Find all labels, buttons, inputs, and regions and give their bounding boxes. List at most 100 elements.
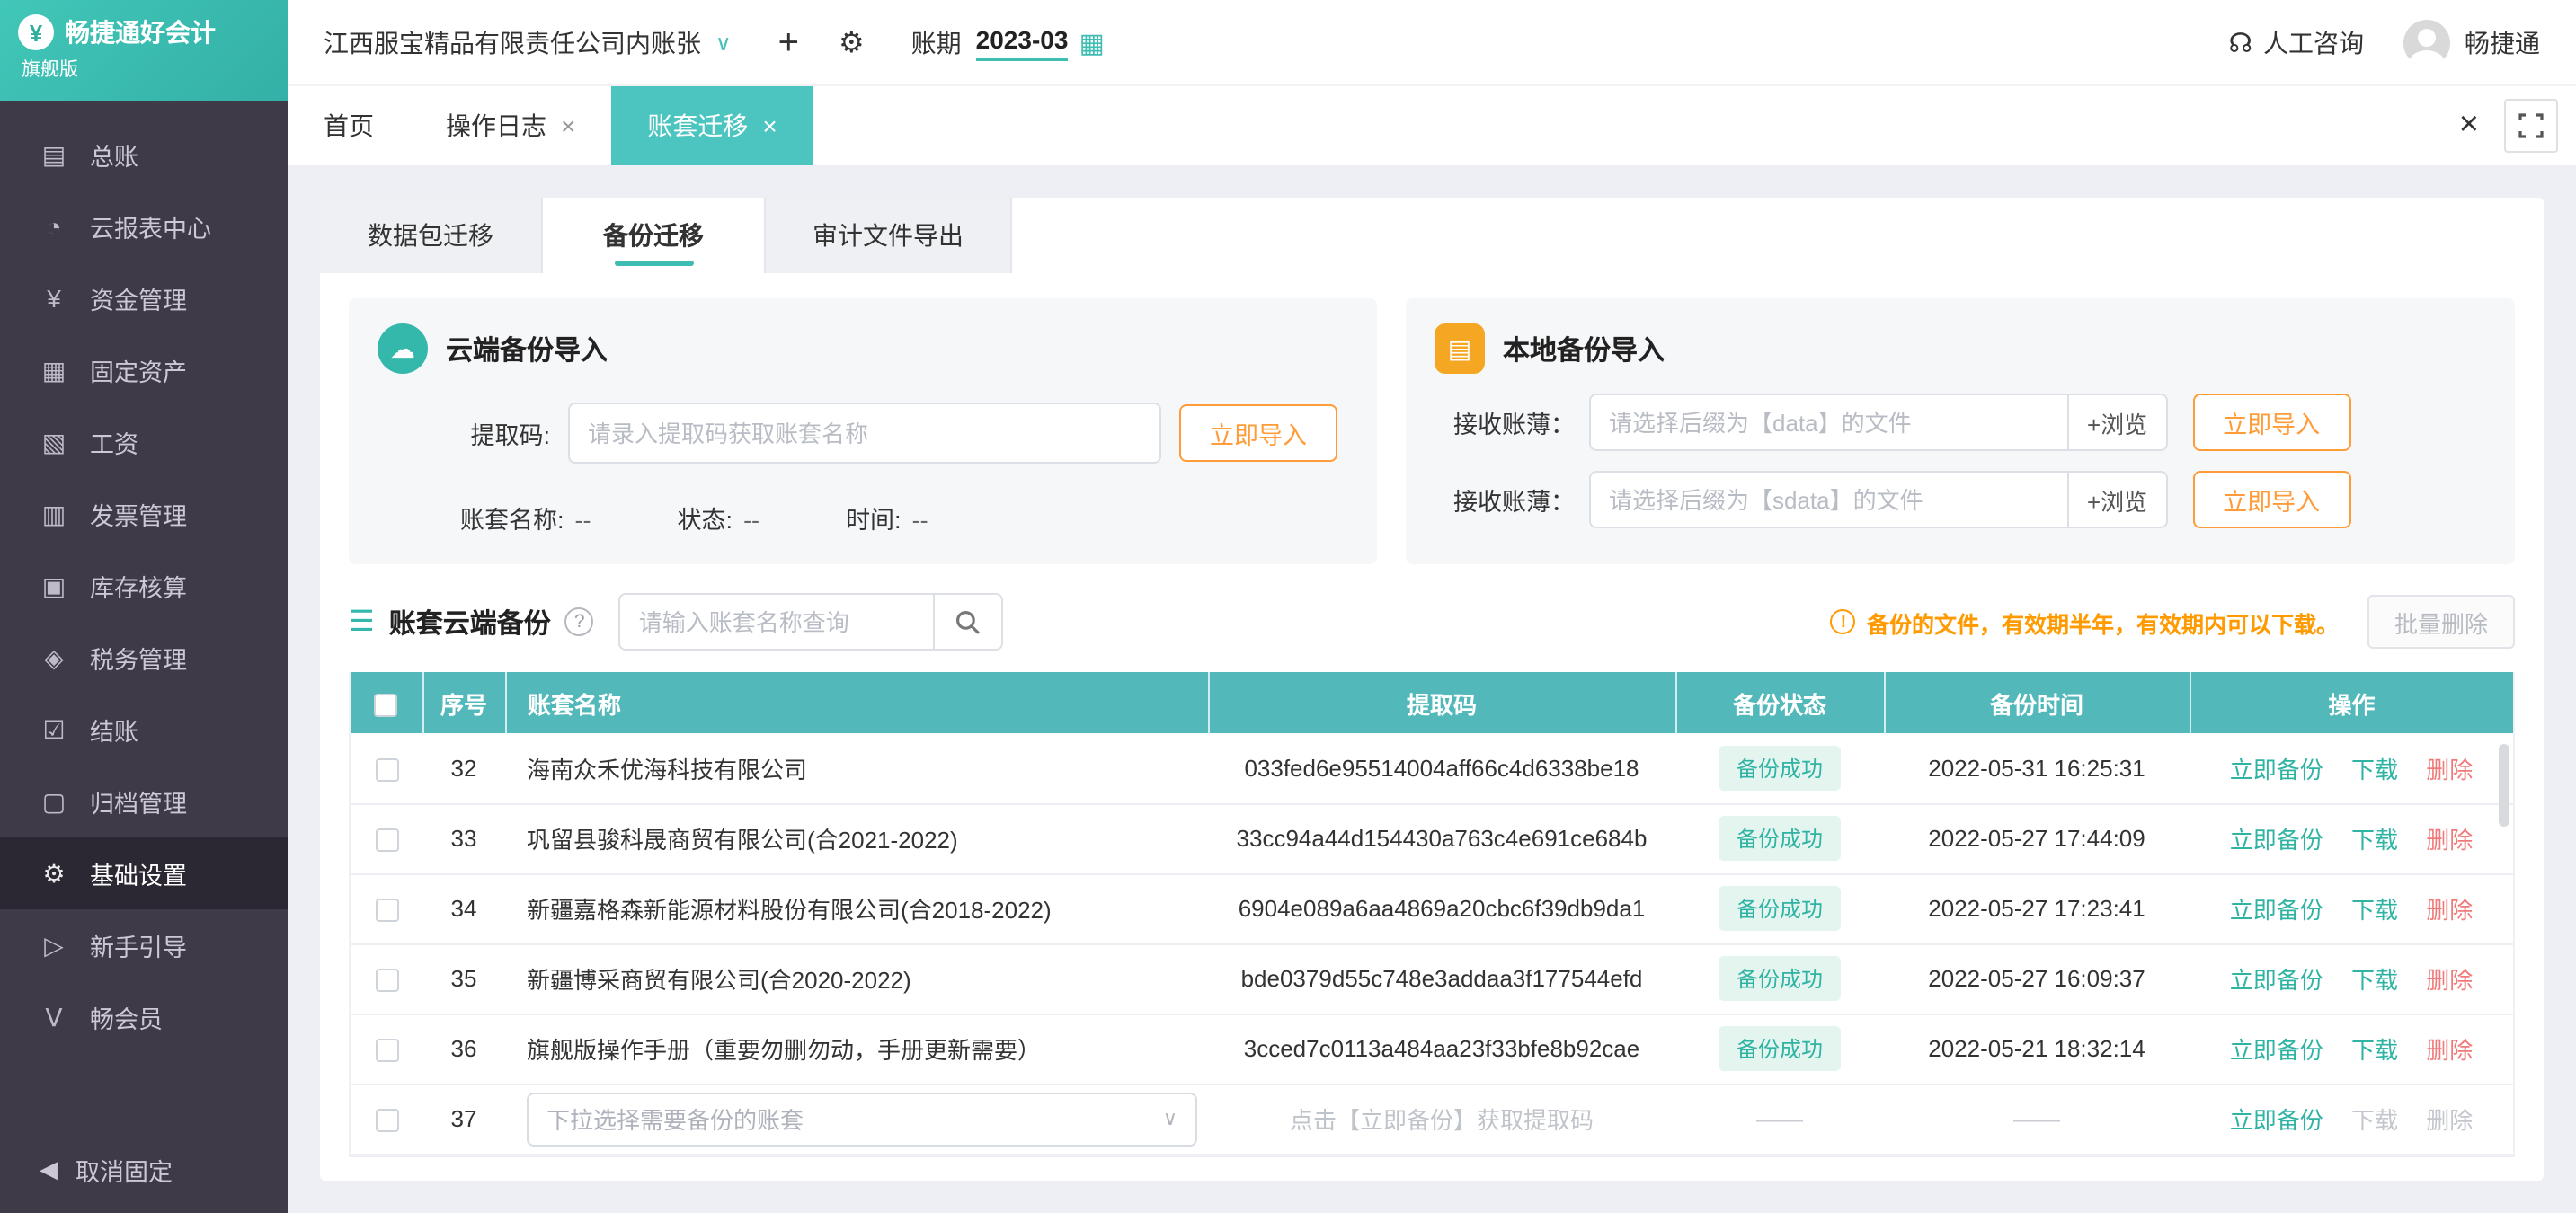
sidebar-item-label: 总账 — [90, 144, 138, 171]
data-file-input[interactable] — [1589, 394, 2067, 451]
add-account-set-icon[interactable]: + — [778, 24, 799, 60]
user-name[interactable]: 畅捷通 — [2465, 24, 2540, 60]
tab-operation-log[interactable]: 操作日志 × — [410, 86, 611, 165]
unpin-sidebar-button[interactable]: ◀ 取消固定 — [0, 1152, 288, 1188]
row-checkbox[interactable] — [375, 828, 398, 853]
tab-data-package-migration[interactable]: 数据包迁移 — [320, 198, 543, 273]
sdata-file-input[interactable] — [1589, 471, 2067, 528]
extraction-code: 033fed6e95514004aff66c4d6338be18 — [1208, 733, 1675, 804]
calendar-icon[interactable]: ▦ — [1079, 26, 1104, 58]
close-all-icon[interactable]: × — [2459, 106, 2479, 146]
company-selector[interactable]: 江西服宝精品有限责任公司内账张 — [324, 24, 701, 60]
sidebar-item-invoices[interactable]: ▥ 发票管理 — [0, 478, 288, 550]
row-no: 34 — [422, 873, 505, 944]
backup-now-link[interactable]: 立即备份 — [2230, 827, 2323, 854]
row-checkbox[interactable] — [375, 1039, 398, 1063]
avatar[interactable] — [2403, 19, 2450, 66]
sidebar-item-label: 税务管理 — [90, 647, 187, 674]
sidebar: ¥ 畅捷通好会计 旗舰版 ▤ 总账 ◔ 云报表中心 ¥ 资金管理 ▦ 固定资产 ▧ 工资 … — [0, 0, 288, 1213]
backup-status-badge: 备份成功 — [1718, 816, 1841, 861]
backup-now-link[interactable]: 立即备份 — [2230, 967, 2323, 994]
backup-now-link[interactable]: 立即备份 — [2230, 757, 2323, 784]
tax-icon: ◈ — [44, 642, 64, 671]
browse-data-button[interactable]: +浏览 — [2067, 394, 2168, 451]
backup-now-link[interactable]: 立即备份 — [2230, 1107, 2323, 1134]
gear-icon[interactable]: ⚙ — [839, 24, 865, 60]
cloud-import-button[interactable]: 立即导入 — [1179, 404, 1337, 462]
download-link[interactable]: 下载 — [2351, 1037, 2398, 1064]
delete-link[interactable]: 删除 — [2426, 757, 2473, 784]
delete-link[interactable]: 删除 — [2426, 1037, 2473, 1064]
app-window: ¥ 畅捷通好会计 旗舰版 ▤ 总账 ◔ 云报表中心 ¥ 资金管理 ▦ 固定资产 ▧ 工资 … — [0, 0, 2576, 1213]
app-title: 畅捷通好会计 — [65, 18, 216, 47]
download-link[interactable]: 下载 — [2351, 897, 2398, 924]
download-link[interactable]: 下载 — [2351, 757, 2398, 784]
topbar-right: ☊ 人工咨询 畅捷通 — [2228, 19, 2540, 66]
sidebar-item-fixed-assets[interactable]: ▦ 固定资产 — [0, 334, 288, 406]
period-value[interactable]: 2023-03 — [975, 24, 1069, 60]
ledger-icon: ▤ — [41, 139, 67, 168]
sidebar-item-closing[interactable]: ☑ 结账 — [0, 694, 288, 766]
download-link[interactable]: 下载 — [2351, 827, 2398, 854]
sidebar-item-label: 资金管理 — [90, 288, 187, 314]
table-header-row: 序号 账套名称 提取码 备份状态 备份时间 操作 — [351, 672, 2513, 733]
tab-account-migration[interactable]: 账套迁移 × — [611, 86, 813, 165]
row-checkbox[interactable] — [375, 1109, 398, 1133]
extraction-code-input[interactable] — [568, 403, 1161, 464]
header-operations: 操作 — [2189, 672, 2513, 733]
sidebar-item-tax[interactable]: ◈ 税务管理 — [0, 622, 288, 694]
receive-book-label: 接收账薄： — [1453, 489, 1575, 516]
batch-delete-button[interactable]: 批量删除 — [2367, 595, 2515, 649]
row-checkbox[interactable] — [375, 899, 398, 923]
search-button[interactable] — [935, 593, 1004, 651]
local-import-data-button[interactable]: 立即导入 — [2192, 394, 2351, 451]
tab-audit-file-export[interactable]: 审计文件导出 — [766, 198, 1012, 273]
select-all-checkbox[interactable] — [374, 693, 398, 717]
download-link[interactable]: 下载 — [2351, 967, 2398, 994]
topbar: 江西服宝精品有限责任公司内账张 ∨ + ⚙ 账期 2023-03 ▦ ☊ 人工咨… — [288, 0, 2576, 86]
help-icon[interactable]: ? — [564, 607, 594, 636]
local-panel-title: 本地备份导入 — [1503, 335, 1666, 366]
row-checkbox[interactable] — [375, 757, 398, 782]
chevron-down-icon[interactable]: ∨ — [715, 30, 732, 55]
delete-link[interactable]: 删除 — [2426, 897, 2473, 924]
account-set-select[interactable]: 下拉选择需要备份的账套 ∨ — [527, 1092, 1197, 1146]
sidebar-item-beginner-guide[interactable]: ▷ 新手引导 — [0, 909, 288, 981]
delete-link[interactable]: 删除 — [2426, 967, 2473, 994]
card-body: ☁ 云端备份导入 提取码: 立即导入 账套名称: -- 状态: -- 时间: -- — [320, 273, 2544, 1156]
sidebar-item-inventory[interactable]: ▣ 库存核算 — [0, 550, 288, 622]
sidebar-item-funds[interactable]: ¥ 资金管理 — [0, 262, 288, 334]
sidebar-item-member[interactable]: Ⅴ 畅会员 — [0, 981, 288, 1053]
manual-consult-button[interactable]: ☊ 人工咨询 — [2228, 24, 2364, 60]
close-icon[interactable]: × — [561, 111, 575, 140]
backup-now-link[interactable]: 立即备份 — [2230, 1037, 2323, 1064]
close-icon[interactable]: × — [762, 111, 777, 140]
tab-backup-migration[interactable]: 备份迁移 — [543, 198, 766, 273]
sidebar-item-payroll[interactable]: ▧ 工资 — [0, 406, 288, 478]
row-checkbox[interactable] — [375, 969, 398, 993]
fullscreen-button[interactable] — [2504, 99, 2558, 153]
status-label: 状态: — [677, 507, 733, 534]
table-scrollbar[interactable] — [2499, 744, 2509, 827]
sidebar-item-label: 发票管理 — [90, 503, 187, 530]
backup-status-badge: 备份成功 — [1718, 886, 1841, 931]
local-import-sdata-button[interactable]: 立即导入 — [2192, 471, 2351, 528]
table-row: 33 巩留县骏科晟商贸有限公司(合2021-2022) 33cc94a44d15… — [351, 803, 2513, 874]
tab-home[interactable]: 首页 — [288, 86, 410, 165]
sidebar-item-label: 归档管理 — [90, 791, 187, 818]
delete-link[interactable]: 删除 — [2426, 827, 2473, 854]
sidebar-item-label: 基础设置 — [90, 863, 187, 890]
sidebar-item-general-ledger[interactable]: ▤ 总账 — [0, 119, 288, 190]
browse-sdata-button[interactable]: +浏览 — [2067, 471, 2168, 528]
tab-label: 首页 — [324, 111, 374, 140]
backup-time: 2022-05-31 16:25:31 — [1884, 733, 2190, 804]
extraction-code: 6904e089a6aa4869a20cbc6f39db9da1 — [1208, 873, 1675, 944]
search-input[interactable] — [618, 593, 936, 651]
sidebar-item-archive[interactable]: ▢ 归档管理 — [0, 766, 288, 837]
sidebar-item-basic-settings[interactable]: ⚙ 基础设置 — [0, 837, 288, 909]
header-account-name: 账套名称 — [504, 672, 1208, 733]
sidebar-item-cloud-reports[interactable]: ◔ 云报表中心 — [0, 190, 288, 262]
table-new-row: 37 下拉选择需要备份的账套 ∨ 点击【立即备份】获取提取码 —— —— 立即备… — [351, 1084, 2513, 1155]
backup-now-link[interactable]: 立即备份 — [2230, 897, 2323, 924]
money-icon: ¥ — [47, 284, 61, 313]
